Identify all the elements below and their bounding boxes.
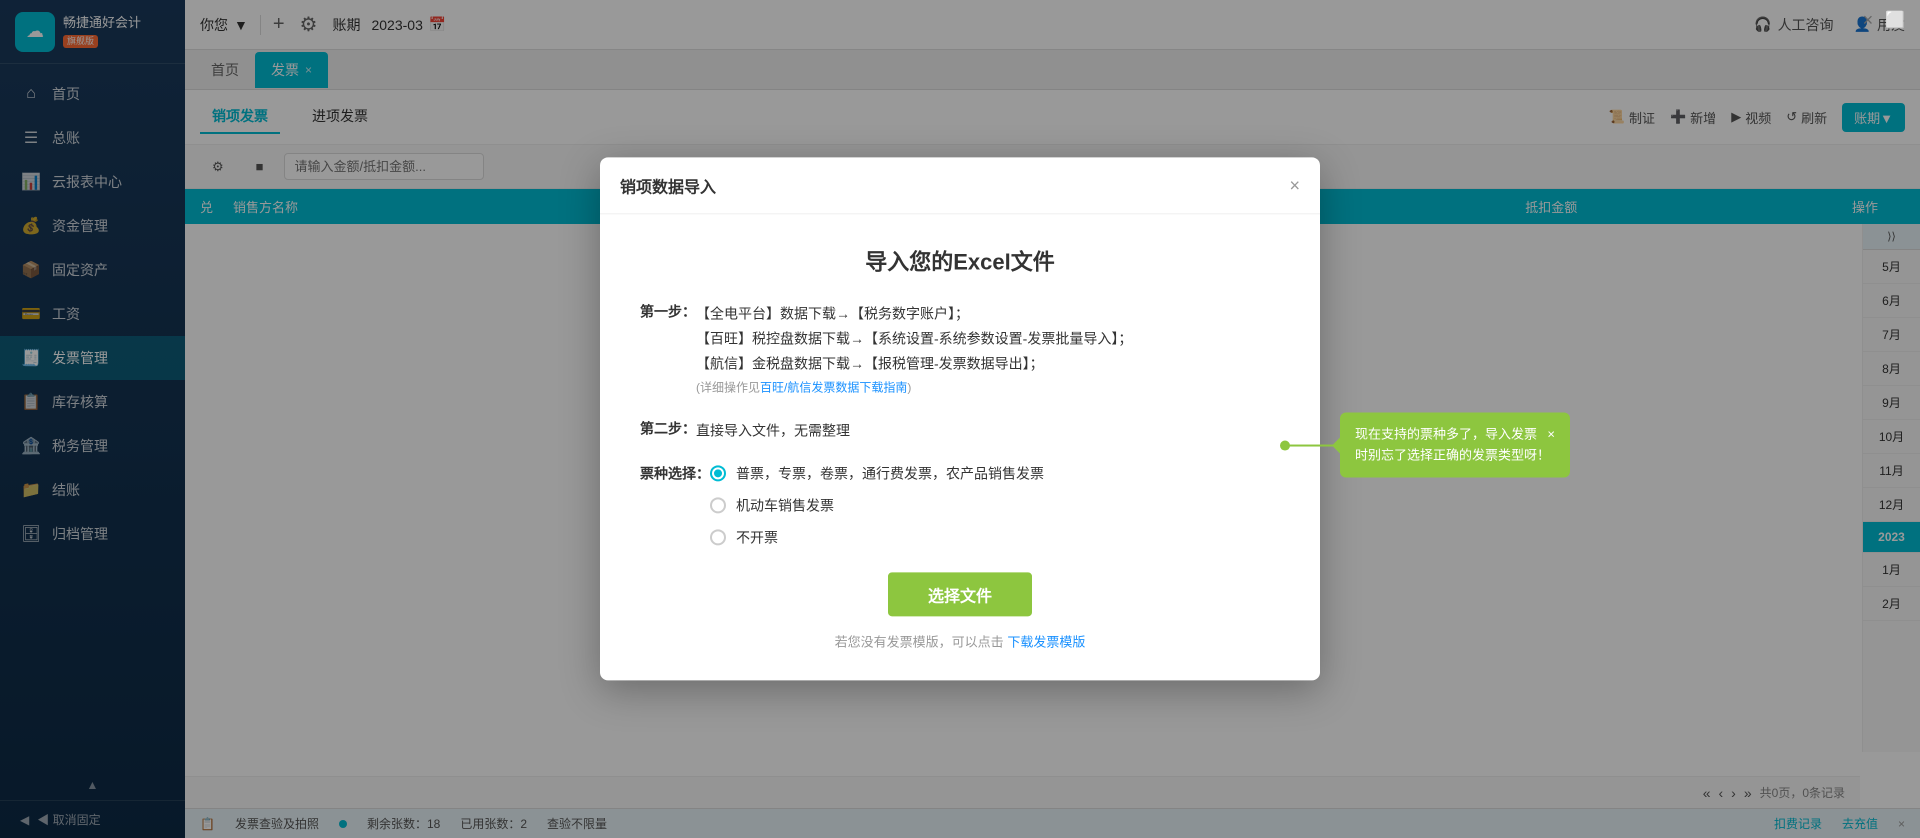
step1-row: 第一步： 【全电平台】数据下载→【税务数字账户】； 【百旺】税控盘数据下载→【系…: [640, 301, 1280, 398]
step2-label: 第二步：: [640, 418, 696, 443]
radio-circle-1: [710, 466, 726, 482]
radio-circle-2: [710, 498, 726, 514]
step1-section: 第一步： 【全电平台】数据下载→【税务数字账户】； 【百旺】税控盘数据下载→【系…: [640, 301, 1280, 398]
radio-label-1: 普票，专票，卷票，通行费发票，农产品销售发票: [736, 464, 1044, 484]
step1-link: (详细操作见百旺/航信发票数据下载指南): [696, 377, 1132, 399]
radio-label-3: 不开票: [736, 528, 778, 548]
tooltip-line: [1288, 444, 1340, 446]
step1-label: 第一步：: [640, 301, 696, 398]
step2-row: 第二步： 直接导入文件，无需整理: [640, 418, 1280, 443]
ticket-label: 票种选择：: [640, 464, 710, 548]
radio-circle-3: [710, 530, 726, 546]
modal-close-button[interactable]: ×: [1289, 176, 1300, 194]
ticket-section: 票种选择： 普票，专票，卷票，通行费发票，农产品销售发票 机动车销售发票: [640, 464, 1280, 548]
modal-body: 导入您的Excel文件 第一步： 【全电平台】数据下载→【税务数字账户】； 【百…: [600, 214, 1320, 680]
window-close-button[interactable]: ×: [1863, 10, 1874, 31]
step1-line-1: 【全电平台】数据下载→【税务数字账户】；: [696, 301, 1132, 326]
radio-label-2: 机动车销售发票: [736, 496, 834, 516]
tooltip-close-button[interactable]: ×: [1547, 424, 1555, 445]
radio-group: 普票，专票，卷票，通行费发票，农产品销售发票 机动车销售发票 不开票: [710, 464, 1044, 548]
modal-footer-note: 若您没有发票模版，可以点击 下载发票模版: [640, 632, 1280, 651]
download-template-link[interactable]: 下载发票模版: [1007, 635, 1085, 650]
step1-line-3: 【航信】金税盘数据下载→【报税管理-发票数据导出】；: [696, 352, 1132, 377]
radio-option-1[interactable]: 普票，专票，卷票，通行费发票，农产品销售发票: [710, 464, 1044, 484]
step1-content: 【全电平台】数据下载→【税务数字账户】； 【百旺】税控盘数据下载→【系统设置-系…: [696, 301, 1132, 398]
modal-header: 销项数据导入 ×: [600, 157, 1320, 214]
ticket-row: 票种选择： 普票，专票，卷票，通行费发票，农产品销售发票 机动车销售发票: [640, 464, 1280, 548]
radio-option-2[interactable]: 机动车销售发票: [710, 496, 1044, 516]
select-file-button[interactable]: 选择文件: [888, 573, 1032, 617]
window-controls: × ⬜: [1863, 10, 1905, 31]
modal-main-title: 导入您的Excel文件: [640, 244, 1280, 276]
radio-option-3[interactable]: 不开票: [710, 528, 1044, 548]
modal-title: 销项数据导入: [620, 173, 716, 197]
step2-content: 直接导入文件，无需整理: [696, 418, 850, 443]
window-maximize-button[interactable]: ⬜: [1885, 10, 1905, 31]
tooltip-bubble: × 现在支持的票种多了，导入发票时别忘了选择正确的发票类型呀！: [1340, 412, 1570, 478]
step1-line-2: 【百旺】税控盘数据下载→【系统设置-系统参数设置-发票批量导入】；: [696, 327, 1132, 352]
step2-section: 第二步： 直接导入文件，无需整理: [640, 418, 1280, 443]
guide-link[interactable]: 百旺/航信发票数据下载指南: [760, 380, 907, 394]
tooltip-text: 现在支持的票种多了，导入发票时别忘了选择正确的发票类型呀！: [1355, 426, 1550, 462]
import-modal: 销项数据导入 × 导入您的Excel文件 第一步： 【全电平台】数据下载→【税务…: [600, 157, 1320, 680]
